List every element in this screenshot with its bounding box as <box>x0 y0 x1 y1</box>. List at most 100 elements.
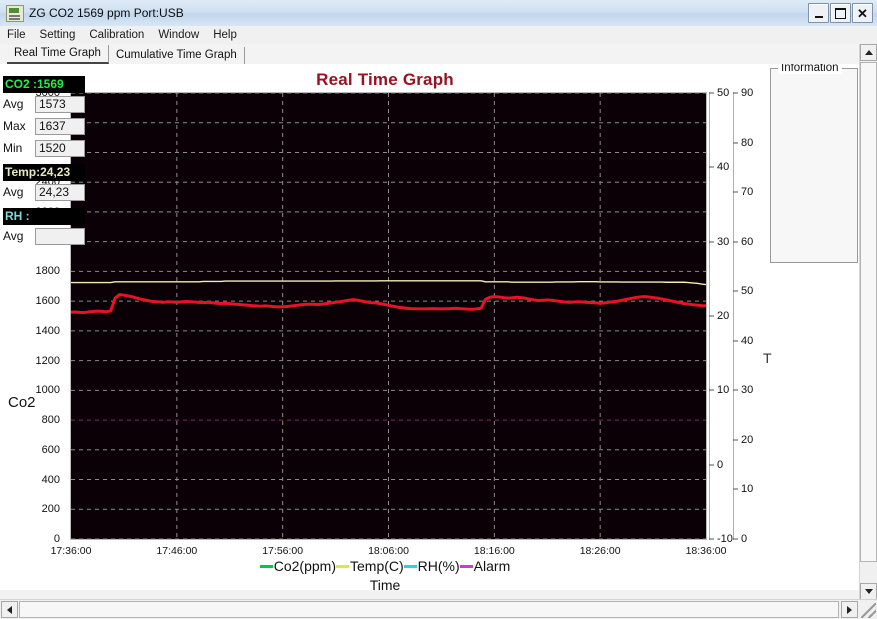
legend-swatch <box>259 564 273 568</box>
legend-label: Co2(ppm) <box>273 558 336 574</box>
series-line-temp <box>71 280 706 286</box>
tab-cumulative-time-graph[interactable]: Cumulative Time Graph <box>109 47 245 64</box>
tab-real-time-graph[interactable]: Real Time Graph <box>7 45 109 64</box>
y-tick-left: 1400 <box>35 324 60 337</box>
axis-tick-mark <box>733 241 738 243</box>
temp-avg-label: Avg <box>3 185 24 199</box>
legend-item: RH(%) <box>403 558 460 574</box>
scroll-right-button[interactable] <box>841 601 858 618</box>
axis-tick-mark <box>733 191 738 193</box>
axis-tick-mark <box>733 92 738 94</box>
chart-panel: Real Time Graph 0 200 400 600 800 1000 1200 140… <box>0 64 770 590</box>
temp-header: Temp:24,23 <box>3 163 85 181</box>
title-bar: ZG CO2 1569 ppm Port:USB ✕ <box>0 0 877 27</box>
y-tick-right: -10 <box>717 533 733 545</box>
x-tick: 17:36:00 <box>50 545 92 557</box>
maximize-button[interactable] <box>830 3 851 23</box>
vertical-scrollbar[interactable] <box>859 44 877 600</box>
y-tick-right: 40 <box>717 161 730 174</box>
y-tick-right: 50 <box>741 285 754 298</box>
y-tick-right: 60 <box>741 235 754 248</box>
y-tick-left: 1800 <box>35 265 60 278</box>
y-tick-right: 20 <box>717 310 730 322</box>
y-tick-right: 0 <box>741 533 748 545</box>
co2-avg-value[interactable]: 1573 <box>35 95 85 113</box>
co2-avg-label: Avg <box>3 97 24 111</box>
co2-max-value[interactable]: 1637 <box>35 117 85 135</box>
legend-swatch <box>336 564 349 568</box>
axis-tick-mark <box>709 241 714 243</box>
y-tick-right: 50 <box>717 87 730 99</box>
menu-item-file[interactable]: File <box>0 28 33 42</box>
chart-legend: Co2(ppm) Temp(C) RH(%) Alarm <box>0 558 770 574</box>
temp-header-row: Temp:24,23 <box>3 162 85 182</box>
axis-tick-mark <box>733 340 738 342</box>
window-title: ZG CO2 1569 ppm Port:USB <box>29 6 184 20</box>
y-tick-right: 10 <box>741 483 754 496</box>
rh-avg-row: Avg <box>3 226 85 246</box>
co2-header-row: CO2 :1569 <box>3 74 85 94</box>
horizontal-scrollbar-thumb[interactable] <box>19 601 839 618</box>
scroll-left-button[interactable] <box>1 601 18 618</box>
rh-axis-line <box>733 92 734 540</box>
axis-tick-mark <box>709 389 714 391</box>
legend-label: RH(%) <box>417 558 460 574</box>
content-area: Real Time Graph 0 200 400 600 800 1000 1200 140… <box>0 64 860 590</box>
y-axis-left-ticks: 0200400600800100012001400160018002000220… <box>0 87 66 545</box>
axis-tick-mark <box>709 166 714 168</box>
legend-swatch <box>403 564 417 568</box>
y-tick-left: 0 <box>53 533 60 545</box>
app-icon <box>6 4 24 22</box>
y-tick-left: 1000 <box>35 384 60 397</box>
legend-swatch <box>459 564 473 568</box>
tab-strip: Real Time Graph Cumulative Time Graph <box>0 44 877 64</box>
y-axis-label: Co2 <box>8 394 36 411</box>
y-tick-left: 800 <box>41 414 60 427</box>
axis-tick-mark <box>709 464 714 466</box>
co2-max-row: Max 1637 <box>3 116 85 136</box>
rh-avg-label: Avg <box>3 229 24 243</box>
plot-area[interactable] <box>70 92 707 540</box>
vertical-scrollbar-thumb[interactable] <box>860 62 877 562</box>
y-tick-right: 30 <box>717 235 730 248</box>
resize-grip[interactable] <box>861 603 876 618</box>
y-tick-right: 10 <box>717 384 730 397</box>
rh-avg-value[interactable] <box>35 227 85 245</box>
chevron-left-icon <box>7 605 12 614</box>
y-tick-right: 70 <box>741 186 754 199</box>
y-tick-right: 80 <box>741 136 754 149</box>
axis-tick-mark <box>733 538 738 540</box>
menu-item-window[interactable]: Window <box>151 28 206 42</box>
x-tick: 17:56:00 <box>262 545 304 557</box>
scroll-up-button[interactable] <box>860 44 877 61</box>
co2-min-value[interactable]: 1520 <box>35 139 85 157</box>
stray-text-fragment: T <box>763 350 772 366</box>
menu-item-help[interactable]: Help <box>206 28 244 42</box>
y-tick-right: 20 <box>741 433 754 446</box>
x-tick: 18:26:00 <box>579 545 621 557</box>
close-button[interactable]: ✕ <box>852 3 873 23</box>
legend-item: Alarm <box>459 558 511 574</box>
chevron-up-icon <box>864 50 873 55</box>
y-tick-left: 1600 <box>35 295 60 308</box>
menu-item-setting[interactable]: Setting <box>33 28 83 42</box>
temp-avg-value[interactable]: 24,23 <box>35 183 85 201</box>
co2-min-label: Min <box>3 141 23 155</box>
legend-item: Temp(C) <box>336 558 404 574</box>
y-tick-left: 400 <box>41 473 60 486</box>
application-window: ZG CO2 1569 ppm Port:USB ✕ File Setting … <box>0 0 877 619</box>
legend-label: Alarm <box>473 558 511 574</box>
scroll-down-button[interactable] <box>860 583 877 600</box>
axis-tick-mark <box>733 142 738 144</box>
co2-avg-row: Avg 1573 <box>3 94 85 114</box>
horizontal-scrollbar[interactable] <box>0 599 877 619</box>
y-tick-right: 90 <box>741 87 754 99</box>
co2-header: CO2 :1569 <box>3 75 85 93</box>
menu-item-calibration[interactable]: Calibration <box>82 28 151 42</box>
legend-label: Temp(C) <box>350 558 404 574</box>
x-tick: 17:46:00 <box>156 545 198 557</box>
minimize-button[interactable] <box>808 3 829 23</box>
x-tick: 18:16:00 <box>473 545 515 557</box>
rh-header: RH : <box>3 207 85 225</box>
chevron-right-icon <box>847 605 852 614</box>
